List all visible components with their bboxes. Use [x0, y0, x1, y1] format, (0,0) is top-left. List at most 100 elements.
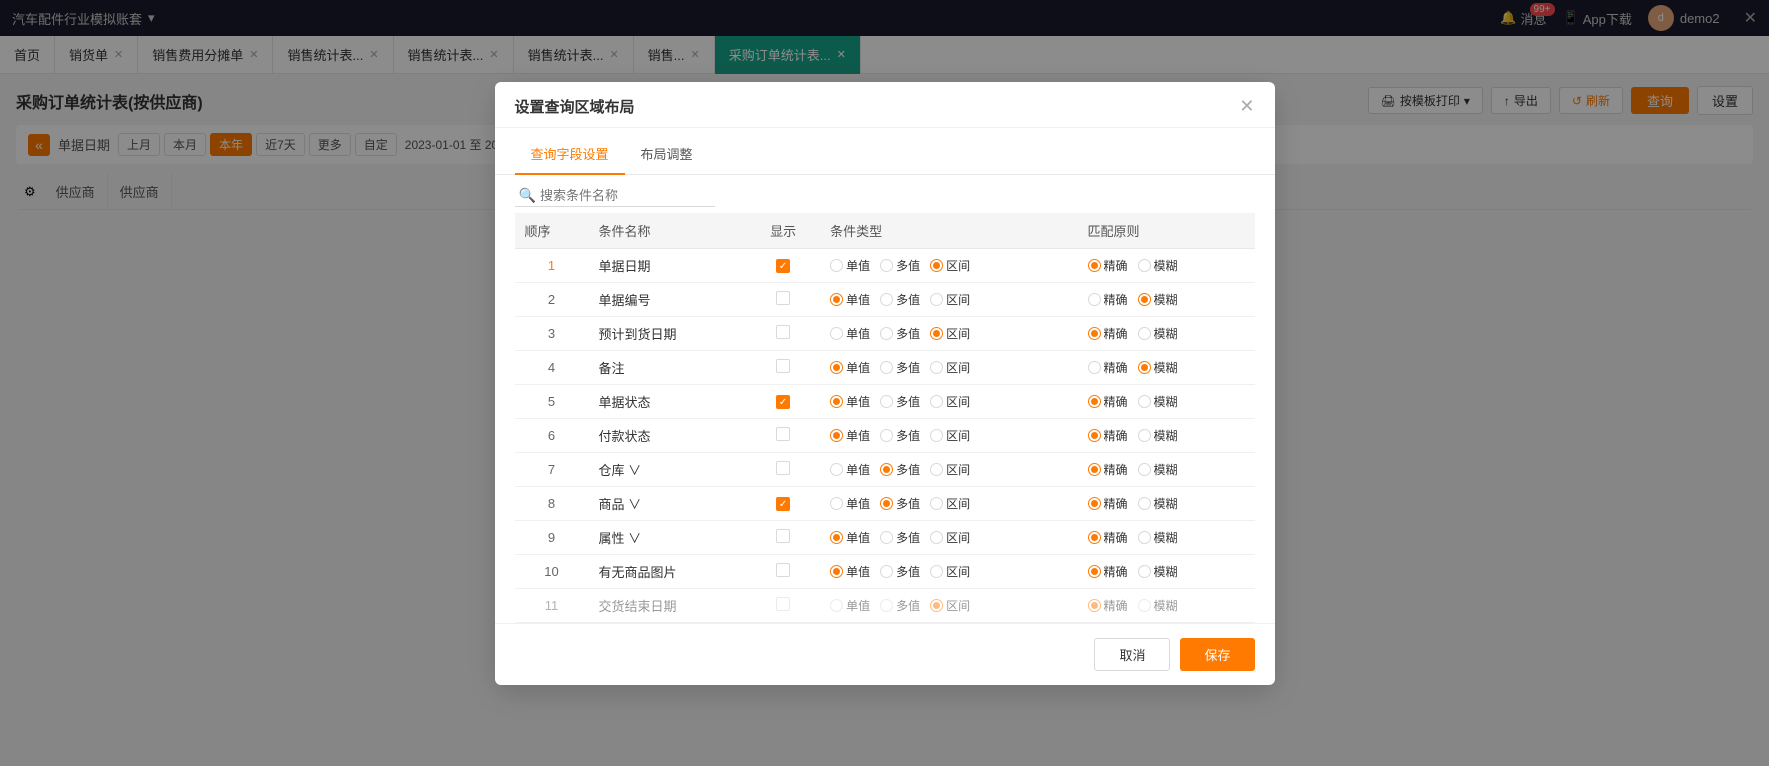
table-row: 6付款状态单值多值区间精确模糊: [515, 418, 1255, 452]
radio-type-多值[interactable]: 多值: [880, 291, 920, 308]
row-show-checkbox[interactable]: [746, 350, 820, 384]
radio-type-区间[interactable]: 区间: [930, 291, 970, 308]
radio-match-模糊[interactable]: 模糊: [1138, 495, 1178, 512]
row-condition-name: 单据状态: [589, 384, 747, 418]
row-show-checkbox[interactable]: [746, 384, 820, 418]
row-condition-name: 商品 ∨: [589, 486, 747, 520]
radio-type-区间[interactable]: 区间: [930, 563, 970, 580]
radio-type-区间[interactable]: 区间: [930, 461, 970, 478]
tab-layout[interactable]: 布局调整: [625, 138, 709, 175]
radio-type-单值[interactable]: 单值: [830, 529, 870, 546]
row-num: 11: [515, 588, 589, 622]
table-row: 11交货结束日期单值多值区间精确模糊: [515, 588, 1255, 622]
row-match-principle: 精确模糊: [1078, 520, 1255, 554]
radio-type-单值[interactable]: 单值: [830, 597, 870, 614]
radio-type-单值[interactable]: 单值: [830, 359, 870, 376]
save-button[interactable]: 保存: [1180, 638, 1254, 671]
radio-type-区间[interactable]: 区间: [930, 257, 970, 274]
row-match-principle: 精确模糊: [1078, 282, 1255, 316]
radio-type-单值[interactable]: 单值: [830, 393, 870, 410]
row-num: 5: [515, 384, 589, 418]
col-match: 匹配原则: [1078, 213, 1255, 249]
row-num: 6: [515, 418, 589, 452]
radio-type-区间[interactable]: 区间: [930, 597, 970, 614]
row-show-checkbox[interactable]: [746, 418, 820, 452]
dialog-close-button[interactable]: ✕: [1239, 96, 1254, 117]
radio-type-多值[interactable]: 多值: [880, 325, 920, 342]
radio-type-区间[interactable]: 区间: [930, 325, 970, 342]
radio-type-多值[interactable]: 多值: [880, 495, 920, 512]
cancel-button[interactable]: 取消: [1094, 638, 1170, 671]
radio-type-区间[interactable]: 区间: [930, 427, 970, 444]
radio-type-单值[interactable]: 单值: [830, 461, 870, 478]
radio-type-多值[interactable]: 多值: [880, 427, 920, 444]
radio-match-精确[interactable]: 精确: [1088, 393, 1128, 410]
radio-match-模糊[interactable]: 模糊: [1138, 257, 1178, 274]
row-match-principle: 精确模糊: [1078, 554, 1255, 588]
row-condition-type: 单值多值区间: [820, 588, 1077, 622]
row-condition-name: 有无商品图片: [589, 554, 747, 588]
radio-type-单值[interactable]: 单值: [830, 563, 870, 580]
radio-match-精确[interactable]: 精确: [1088, 427, 1128, 444]
radio-match-模糊[interactable]: 模糊: [1138, 563, 1178, 580]
row-show-checkbox[interactable]: [746, 282, 820, 316]
row-show-checkbox[interactable]: [746, 588, 820, 622]
radio-match-模糊[interactable]: 模糊: [1138, 529, 1178, 546]
row-show-checkbox[interactable]: [746, 452, 820, 486]
radio-match-精确[interactable]: 精确: [1088, 461, 1128, 478]
row-match-principle: 精确模糊: [1078, 588, 1255, 622]
tab-query-fields[interactable]: 查询字段设置: [515, 138, 625, 175]
row-condition-type: 单值多值区间: [820, 350, 1077, 384]
radio-type-多值[interactable]: 多值: [880, 359, 920, 376]
row-match-principle: 精确模糊: [1078, 486, 1255, 520]
radio-match-精确[interactable]: 精确: [1088, 325, 1128, 342]
radio-match-模糊[interactable]: 模糊: [1138, 597, 1178, 614]
radio-type-区间[interactable]: 区间: [930, 359, 970, 376]
radio-type-单值[interactable]: 单值: [830, 291, 870, 308]
radio-type-单值[interactable]: 单值: [830, 495, 870, 512]
col-name: 条件名称: [589, 213, 747, 249]
row-match-principle: 精确模糊: [1078, 350, 1255, 384]
radio-match-精确[interactable]: 精确: [1088, 529, 1128, 546]
table-row: 7仓库 ∨单值多值区间精确模糊: [515, 452, 1255, 486]
radio-match-精确[interactable]: 精确: [1088, 597, 1128, 614]
radio-type-多值[interactable]: 多值: [880, 597, 920, 614]
dialog-search-area: 🔍: [495, 175, 1275, 213]
radio-match-模糊[interactable]: 模糊: [1138, 393, 1178, 410]
radio-type-多值[interactable]: 多值: [880, 529, 920, 546]
radio-match-精确[interactable]: 精确: [1088, 495, 1128, 512]
radio-match-精确[interactable]: 精确: [1088, 359, 1128, 376]
radio-type-多值[interactable]: 多值: [880, 461, 920, 478]
table-row: 9属性 ∨单值多值区间精确模糊: [515, 520, 1255, 554]
radio-type-多值[interactable]: 多值: [880, 563, 920, 580]
radio-type-多值[interactable]: 多值: [880, 257, 920, 274]
radio-match-精确[interactable]: 精确: [1088, 291, 1128, 308]
dialog-header: 设置查询区域布局 ✕: [495, 82, 1275, 128]
radio-type-区间[interactable]: 区间: [930, 495, 970, 512]
row-show-checkbox[interactable]: [746, 486, 820, 520]
radio-type-单值[interactable]: 单值: [830, 427, 870, 444]
row-match-principle: 精确模糊: [1078, 316, 1255, 350]
radio-type-区间[interactable]: 区间: [930, 393, 970, 410]
row-show-checkbox[interactable]: [746, 554, 820, 588]
radio-match-模糊[interactable]: 模糊: [1138, 461, 1178, 478]
radio-type-单值[interactable]: 单值: [830, 257, 870, 274]
row-show-checkbox[interactable]: [746, 248, 820, 282]
radio-match-模糊[interactable]: 模糊: [1138, 359, 1178, 376]
radio-type-单值[interactable]: 单值: [830, 325, 870, 342]
row-condition-name: 属性 ∨: [589, 520, 747, 554]
row-show-checkbox[interactable]: [746, 316, 820, 350]
radio-match-模糊[interactable]: 模糊: [1138, 427, 1178, 444]
radio-match-精确[interactable]: 精确: [1088, 257, 1128, 274]
radio-type-多值[interactable]: 多值: [880, 393, 920, 410]
search-input[interactable]: [540, 188, 700, 203]
row-match-principle: 精确模糊: [1078, 418, 1255, 452]
radio-match-模糊[interactable]: 模糊: [1138, 325, 1178, 342]
row-condition-type: 单值多值区间: [820, 384, 1077, 418]
row-show-checkbox[interactable]: [746, 520, 820, 554]
radio-match-模糊[interactable]: 模糊: [1138, 291, 1178, 308]
radio-type-区间[interactable]: 区间: [930, 529, 970, 546]
row-condition-name: 交货结束日期: [589, 588, 747, 622]
radio-match-精确[interactable]: 精确: [1088, 563, 1128, 580]
search-icon: 🔍: [519, 187, 536, 204]
